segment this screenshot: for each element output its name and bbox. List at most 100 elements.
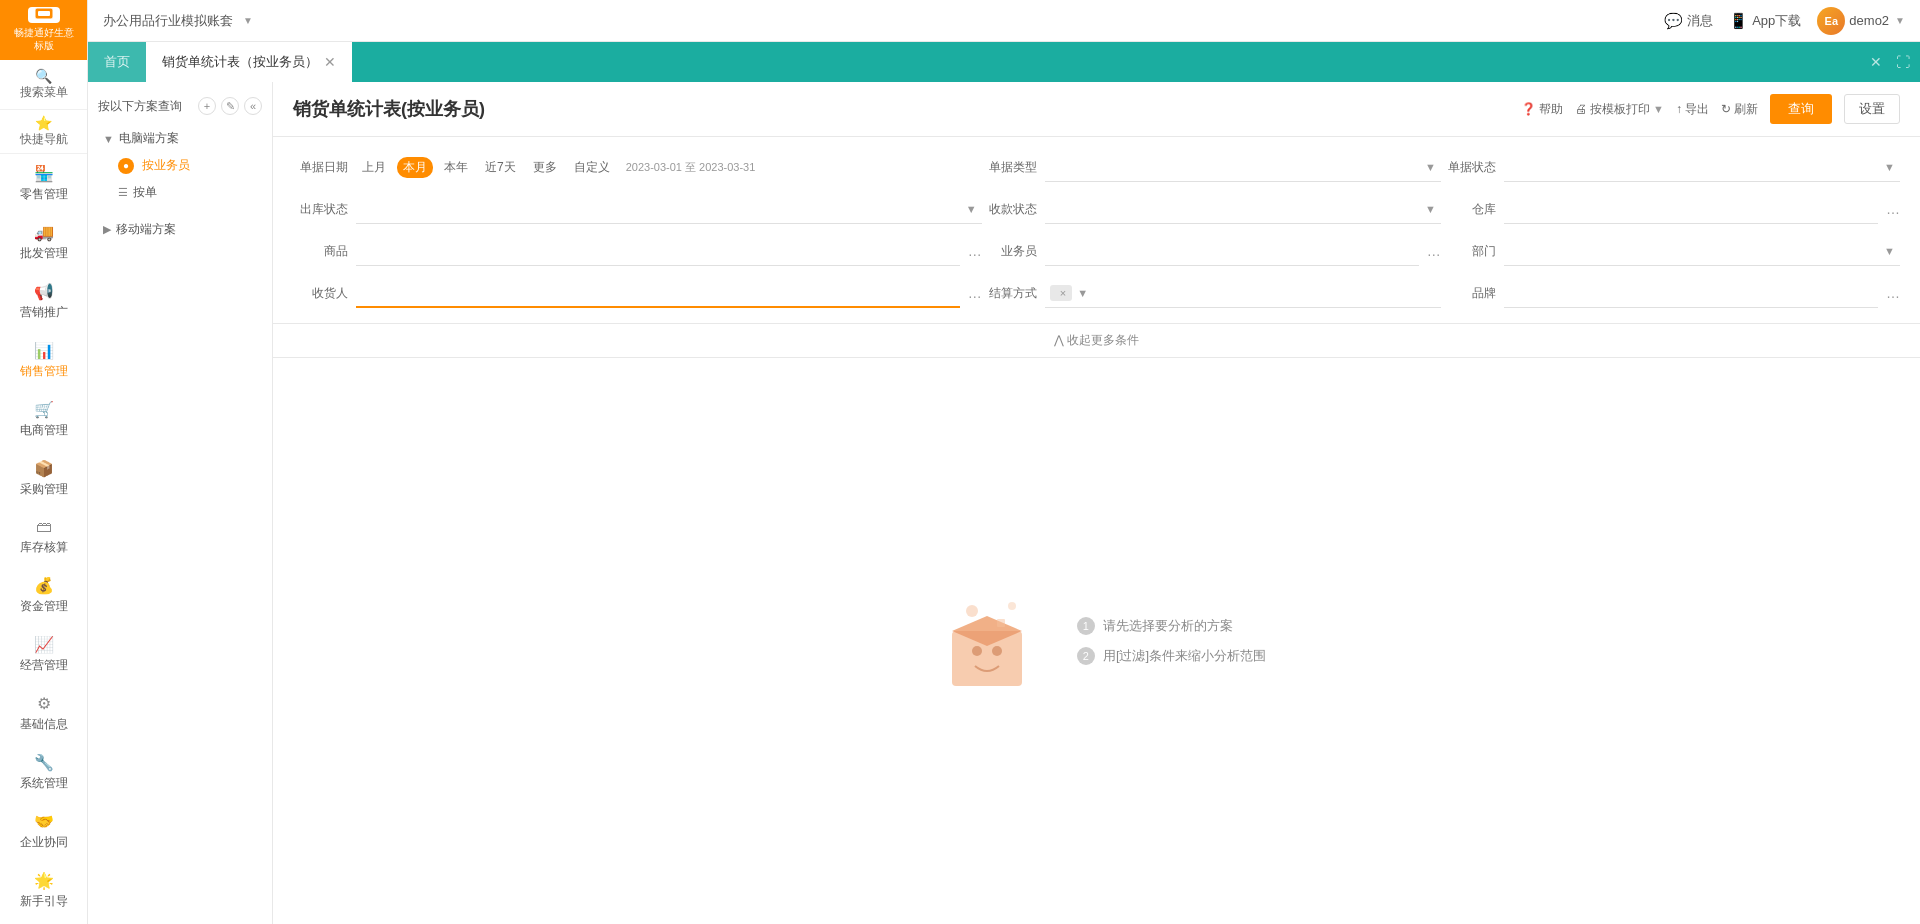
- status-select[interactable]: ▼: [1504, 152, 1900, 182]
- sidebar-item-wholesale[interactable]: 🚚 批发管理: [0, 213, 87, 272]
- tab-actions: ✕ ⛶: [1870, 42, 1920, 82]
- app-download-icon: 📱: [1729, 12, 1748, 30]
- sidebar-quick-nav[interactable]: ⭐ 快捷导航: [0, 110, 87, 154]
- sidebar-item-marketing[interactable]: 📢 营销推广: [0, 272, 87, 331]
- collapse-icon: ⋀: [1054, 333, 1064, 347]
- type-select[interactable]: ▼: [1045, 152, 1441, 182]
- close-all-icon[interactable]: ✕: [1870, 54, 1882, 70]
- step-2-num: 2: [1077, 647, 1095, 665]
- receiver-input[interactable]: [356, 278, 960, 308]
- date-btn-more[interactable]: 更多: [527, 157, 563, 178]
- pay-status-select[interactable]: ▼: [1045, 194, 1441, 224]
- filter-pay-status: 收款状态 ▼: [982, 194, 1441, 224]
- filter-type: 单据类型 ▼: [982, 152, 1441, 182]
- sidebar-item-newbie[interactable]: 🌟 新手引导: [0, 861, 87, 920]
- warehouse-input[interactable]: [1504, 194, 1878, 224]
- status-label: 单据状态: [1441, 159, 1496, 176]
- refresh-icon: ↻: [1721, 102, 1731, 116]
- account-dropdown-arrow[interactable]: ▼: [243, 15, 253, 26]
- tree-mobile-section[interactable]: ▶ 移动端方案: [88, 216, 272, 243]
- app-subtitle: 标版: [34, 39, 54, 53]
- message-button[interactable]: 💬 消息: [1664, 12, 1713, 30]
- topbar: 办公用品行业模拟账套 ▼ 💬 消息 📱 App下载 Ea demo2 ▼: [88, 0, 1920, 42]
- sidebar-item-operations[interactable]: 📈 经营管理: [0, 625, 87, 684]
- tree-expand-icon: ▼: [103, 133, 114, 145]
- sidebar-item-purchase[interactable]: 📦 采购管理: [0, 449, 87, 508]
- sidebar-item-retail[interactable]: 🏪 零售管理: [0, 154, 87, 213]
- settle-tag-close[interactable]: ×: [1060, 287, 1066, 299]
- date-btn-custom[interactable]: 自定义: [568, 157, 616, 178]
- settle-tag: ×: [1050, 285, 1072, 301]
- basic-icon: ⚙: [37, 694, 51, 713]
- sidebar-item-system[interactable]: 🔧 系统管理: [0, 743, 87, 802]
- sidebar-item-ecommerce[interactable]: 🛒 电商管理: [0, 390, 87, 449]
- tree-section-mobile: ▶ 移动端方案: [88, 211, 272, 248]
- finance-icon: 💰: [34, 576, 54, 595]
- help-button[interactable]: ❓ 帮助: [1521, 101, 1563, 118]
- settings-button[interactable]: 设置: [1844, 94, 1900, 124]
- panel-add-button[interactable]: +: [198, 97, 216, 115]
- panel-edit-button[interactable]: ✎: [221, 97, 239, 115]
- tab-sales-report[interactable]: 销货单统计表（按业务员） ✕: [146, 42, 352, 82]
- date-btn-this-month[interactable]: 本月: [397, 157, 433, 178]
- message-label: 消息: [1687, 12, 1713, 30]
- collapse-bar[interactable]: ⋀ 收起更多条件: [273, 324, 1920, 358]
- sidebar-item-appstore[interactable]: 🔲 应用中心: [0, 920, 87, 924]
- dept-select[interactable]: ▼: [1504, 236, 1900, 266]
- print-dropdown-arrow[interactable]: ▼: [1653, 103, 1664, 115]
- svg-point-4: [1008, 602, 1016, 610]
- tab-home[interactable]: 首页: [88, 42, 146, 82]
- sidebar-item-finance[interactable]: 💰 资金管理: [0, 566, 87, 625]
- export-icon: ↑: [1676, 102, 1682, 116]
- receiver-dots[interactable]: …: [968, 285, 982, 301]
- sidebar-item-enterprise[interactable]: 🤝 企业协同: [0, 802, 87, 861]
- sales-icon: 📊: [34, 341, 54, 360]
- empty-icon: [927, 581, 1047, 701]
- panel-collapse-button[interactable]: «: [244, 97, 262, 115]
- logo-icon: [28, 7, 60, 23]
- query-button[interactable]: 查询: [1770, 94, 1832, 124]
- dept-label: 部门: [1441, 243, 1496, 260]
- panel-header: 按以下方案查询 + ✎ «: [88, 92, 272, 120]
- tab-home-label: 首页: [104, 53, 130, 71]
- app-logo: 畅捷通好生意 标版: [0, 0, 88, 60]
- tree-item-by-staff[interactable]: ● 按业务员: [88, 152, 272, 179]
- user-dropdown-arrow[interactable]: ▼: [1895, 15, 1905, 26]
- date-btn-7days[interactable]: 近7天: [479, 157, 522, 178]
- sidebar-item-wholesale-label: 批发管理: [20, 245, 68, 262]
- sidebar-item-sales[interactable]: 📊 销售管理: [0, 331, 87, 390]
- goods-input[interactable]: [356, 236, 960, 266]
- enterprise-icon: 🤝: [34, 812, 54, 831]
- date-btn-last-month[interactable]: 上月: [356, 157, 392, 178]
- maximize-icon[interactable]: ⛶: [1896, 54, 1910, 70]
- template-print-button[interactable]: 🖨 按模板打印 ▼: [1575, 101, 1664, 118]
- goods-dots[interactable]: …: [968, 243, 982, 259]
- export-button[interactable]: ↑ 导出: [1676, 101, 1709, 118]
- sidebar-search-menu[interactable]: 🔍 搜索菜单: [0, 60, 87, 110]
- refresh-button[interactable]: ↻ 刷新: [1721, 101, 1758, 118]
- sidebar-item-system-label: 系统管理: [20, 775, 68, 792]
- empty-state: 1 请先选择要分析的方案 2 用[过滤]条件来缩小分析范围: [273, 358, 1920, 924]
- filter-dept: 部门 ▼: [1441, 236, 1900, 266]
- staff-dots[interactable]: …: [1427, 243, 1441, 259]
- staff-input[interactable]: [1045, 236, 1419, 266]
- sidebar-quick-nav-label: 快捷导航: [0, 131, 87, 148]
- system-icon: 🔧: [34, 753, 54, 772]
- brand-input[interactable]: [1504, 278, 1878, 308]
- warehouse-dots[interactable]: …: [1886, 201, 1900, 217]
- page-title: 销货单统计表(按业务员): [293, 97, 485, 121]
- app-download-button[interactable]: 📱 App下载: [1729, 12, 1801, 30]
- newbie-icon: 🌟: [34, 871, 54, 890]
- tree-item-by-order[interactable]: ☰ 按单: [88, 179, 272, 206]
- pay-status-arrow: ▼: [1425, 203, 1436, 215]
- user-menu[interactable]: Ea demo2 ▼: [1817, 7, 1905, 35]
- tab-close-icon[interactable]: ✕: [324, 54, 336, 70]
- out-status-select[interactable]: ▼: [356, 194, 982, 224]
- tree-pc-section[interactable]: ▼ 电脑端方案: [88, 125, 272, 152]
- account-selector[interactable]: 办公用品行业模拟账套: [103, 12, 233, 30]
- date-btn-this-year[interactable]: 本年: [438, 157, 474, 178]
- sidebar-item-inventory[interactable]: 🗃 库存核算: [0, 508, 87, 566]
- brand-dots[interactable]: …: [1886, 285, 1900, 301]
- tree-mobile-label: 移动端方案: [116, 221, 176, 238]
- sidebar-item-basic[interactable]: ⚙ 基础信息: [0, 684, 87, 743]
